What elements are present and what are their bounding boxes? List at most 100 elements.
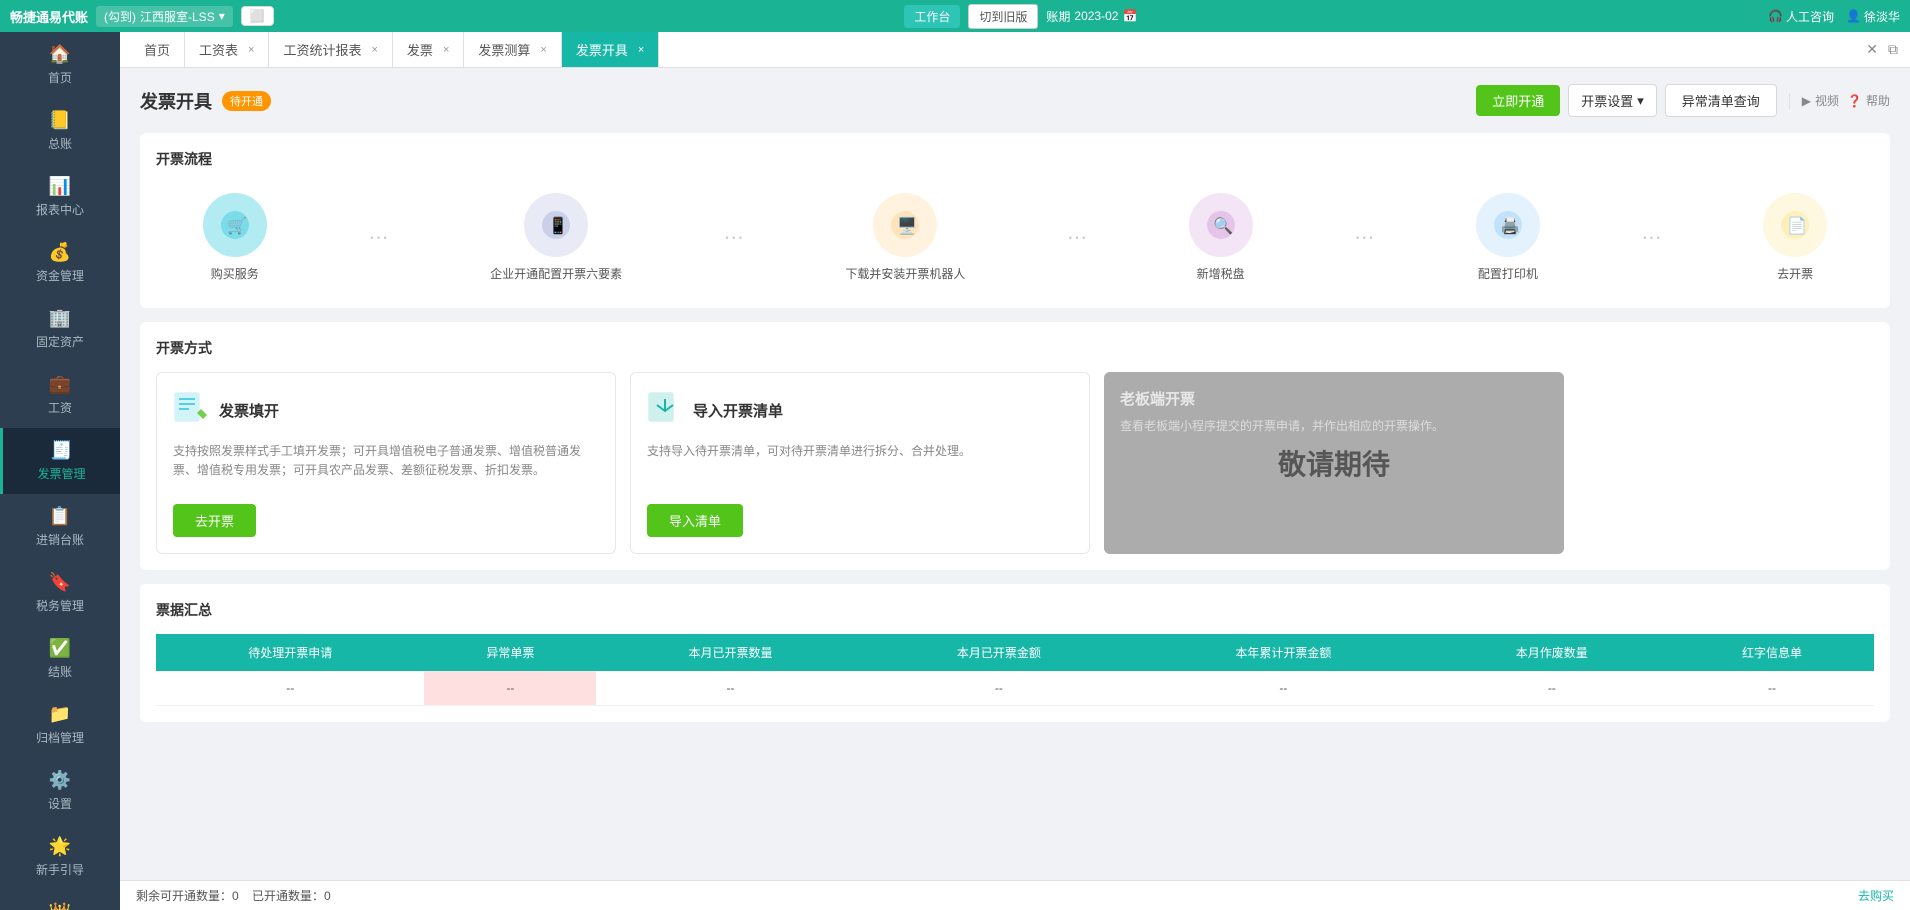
sidebar-item-label: 首页 [48, 69, 72, 86]
sidebar-item-finance[interactable]: 💰 资金管理 [0, 230, 120, 296]
settings-label: 开票设置 [1581, 91, 1633, 110]
sidebar-item-label: 总账 [48, 135, 72, 152]
summary-table: 待处理开票申请 异常单票 本月已开票数量 本月已开票金额 本年累计开票金额 本月… [156, 634, 1874, 706]
flow-step-config-printer[interactable]: 🖨️ 配置打印机 [1476, 193, 1540, 282]
sidebar-item-purchase-sale[interactable]: 📋 进销台账 [0, 494, 120, 560]
tab-close-icon[interactable]: × [248, 44, 254, 56]
col-red-info: 红字信息单 [1670, 634, 1874, 671]
open-now-button[interactable]: 立即开通 [1476, 85, 1560, 116]
sidebar-item-newbie[interactable]: 🌟 新手引导 [0, 824, 120, 890]
svg-text:🖥️: 🖥️ [897, 216, 917, 235]
buy-service-icon: 🛒 [203, 193, 267, 257]
company-prefix: (勾到) [104, 8, 136, 25]
view-button[interactable]: ▶ 视频 [1802, 92, 1839, 109]
tab-close-icon[interactable]: × [371, 44, 377, 56]
fill-invoice-button[interactable]: 去开票 [173, 504, 256, 537]
sidebar-item-member[interactable]: 👑 畅会员 [0, 890, 120, 910]
sidebar-item-settlement[interactable]: ✅ 结账 [0, 626, 120, 692]
copy-button[interactable]: ⬜ [241, 6, 274, 26]
tab-salary-stats[interactable]: 工资统计报表 × [269, 32, 392, 67]
flow-step-open-ticket[interactable]: 📄 去开票 [1763, 193, 1827, 282]
cell-month-count: -- [596, 671, 864, 706]
top-bar: 畅捷通易代账 (勾到) 江西服室-LSS ▾ ⬜ 工作台 切到旧版 账期 202… [0, 0, 1910, 32]
cell-year-amount: -- [1133, 671, 1434, 706]
settings-icon: ⚙️ [49, 770, 71, 791]
calendar-icon: 📅 [1122, 9, 1137, 23]
download-robot-icon: 🖥️ [873, 193, 937, 257]
cell-month-amount: -- [865, 671, 1133, 706]
tab-invoice-tool[interactable]: 发票开具 × [562, 32, 659, 67]
sidebar-item-reports[interactable]: 📊 报表中心 [0, 164, 120, 230]
play-icon: ▶ [1802, 94, 1811, 108]
sidebar-item-settings[interactable]: ⚙️ 设置 [0, 758, 120, 824]
flow-step-label: 下载并安装开票机器人 [845, 265, 965, 282]
sidebar-item-tax[interactable]: 🔖 税务管理 [0, 560, 120, 626]
home-icon: 🏠 [49, 44, 71, 65]
flow-arrow-3: ⋯ [1059, 225, 1095, 250]
method-card-import-desc: 支持导入待开票清单，可对待开票清单进行拆分、合并处理。 [647, 442, 1073, 490]
tab-close-all-button[interactable]: ✕ [1864, 39, 1880, 60]
abnormal-query-button[interactable]: 异常清单查询 [1665, 84, 1777, 117]
page-header-actions: 立即开通 开票设置 ▾ 异常清单查询 ▶ 视频 ❓ 帮助 [1476, 84, 1890, 117]
tab-close-icon[interactable]: × [638, 44, 644, 56]
tab-invoice[interactable]: 发票 × [393, 32, 464, 67]
buy-link[interactable]: 去购买 [1858, 887, 1894, 904]
tab-invoice-calc[interactable]: 发票测算 × [464, 32, 561, 67]
user-profile[interactable]: 👤 徐淡华 [1846, 8, 1900, 25]
page-title: 发票开具 [140, 88, 212, 114]
archive-icon: 📁 [49, 704, 71, 725]
sidebar-item-invoice[interactable]: 🧾 发票管理 [0, 428, 120, 494]
assets-icon: 🏢 [49, 308, 71, 329]
avatar-icon: 👤 [1846, 9, 1861, 23]
period-label: 账期 [1046, 8, 1070, 25]
period-selector[interactable]: 账期 2023-02 📅 [1046, 8, 1137, 25]
cell-pending: -- [156, 671, 424, 706]
flow-step-new-tax-disk[interactable]: 🔍 新增税盘 [1189, 193, 1253, 282]
sidebar-item-salary[interactable]: 💼 工资 [0, 362, 120, 428]
top-bar-right: 🎧 人工咨询 👤 徐淡华 [1768, 8, 1900, 25]
remaining-quota: 剩余可开通数量：0 [136, 889, 239, 903]
flow-step-download-robot[interactable]: 🖥️ 下载并安装开票机器人 [845, 193, 965, 282]
flow-steps: 🛒 购买服务 ⋯ 📱 企业开通配置开票六要素 [156, 183, 1874, 292]
flow-step-label: 去开票 [1777, 265, 1813, 282]
coming-soon-text: 敬请期待 [1278, 443, 1390, 483]
flow-step-enterprise-setup[interactable]: 📱 企业开通配置开票六要素 [490, 193, 622, 282]
invoice-icon: 🧾 [50, 440, 72, 461]
col-pending: 待处理开票申请 [156, 634, 424, 671]
old-version-button[interactable]: 切到旧版 [968, 4, 1038, 29]
open-ticket-icon: 📄 [1763, 193, 1827, 257]
import-invoice-button[interactable]: 导入清单 [647, 504, 743, 537]
main-layout: 🏠 首页 📒 总账 📊 报表中心 💰 资金管理 🏢 固定资产 💼 工资 🧾 发票… [0, 32, 1910, 910]
tab-salary-table[interactable]: 工资表 × [185, 32, 269, 67]
flow-step-label: 购买服务 [211, 265, 259, 282]
sidebar-item-ledger[interactable]: 📒 总账 [0, 98, 120, 164]
top-bar-mid: 工作台 切到旧版 账期 2023-02 📅 [904, 4, 1137, 29]
col-month-count: 本月已开票数量 [596, 634, 864, 671]
sidebar-item-archive[interactable]: 📁 归档管理 [0, 692, 120, 758]
tab-bar: 首页 工资表 × 工资统计报表 × 发票 × 发票测算 × 发票开具 × [120, 32, 1910, 68]
tab-home[interactable]: 首页 [130, 32, 185, 67]
customer-service[interactable]: 🎧 人工咨询 [1768, 8, 1834, 25]
method-card-fill: 发票填开 支持按照发票样式手工填开发票；可开具增值税电子普通发票、增值税普通发票… [156, 372, 616, 554]
method-card-fill-desc: 支持按照发票样式手工填开发票；可开具增值税电子普通发票、增值税普通发票、增值税专… [173, 442, 599, 490]
cell-red-info: -- [1670, 671, 1874, 706]
settings-button[interactable]: 开票设置 ▾ [1568, 84, 1657, 117]
settlement-icon: ✅ [49, 638, 71, 659]
import-invoice-icon [647, 389, 683, 432]
ledger-icon: 📒 [49, 110, 71, 131]
coming-soon-overlay: 敬请期待 [1104, 372, 1564, 554]
sidebar-item-assets[interactable]: 🏢 固定资产 [0, 296, 120, 362]
sidebar-item-home[interactable]: 🏠 首页 [0, 32, 120, 98]
tab-close-icon[interactable]: × [443, 44, 449, 56]
help-button[interactable]: ❓ 帮助 [1847, 92, 1890, 109]
tab-restore-button[interactable]: ⧉ [1886, 39, 1900, 60]
sidebar-item-label: 进销台账 [36, 531, 84, 548]
workspace-button[interactable]: 工作台 [904, 5, 960, 28]
table-row: -- -- -- -- -- -- -- [156, 671, 1874, 706]
flow-step-buy-service[interactable]: 🛒 购买服务 [203, 193, 267, 282]
flow-step-label: 企业开通配置开票六要素 [490, 265, 622, 282]
company-selector[interactable]: (勾到) 江西服室-LSS ▾ [96, 6, 233, 27]
col-abnormal: 异常单票 [424, 634, 596, 671]
chevron-down-icon: ▾ [1637, 93, 1644, 109]
tab-close-icon[interactable]: × [540, 44, 546, 56]
